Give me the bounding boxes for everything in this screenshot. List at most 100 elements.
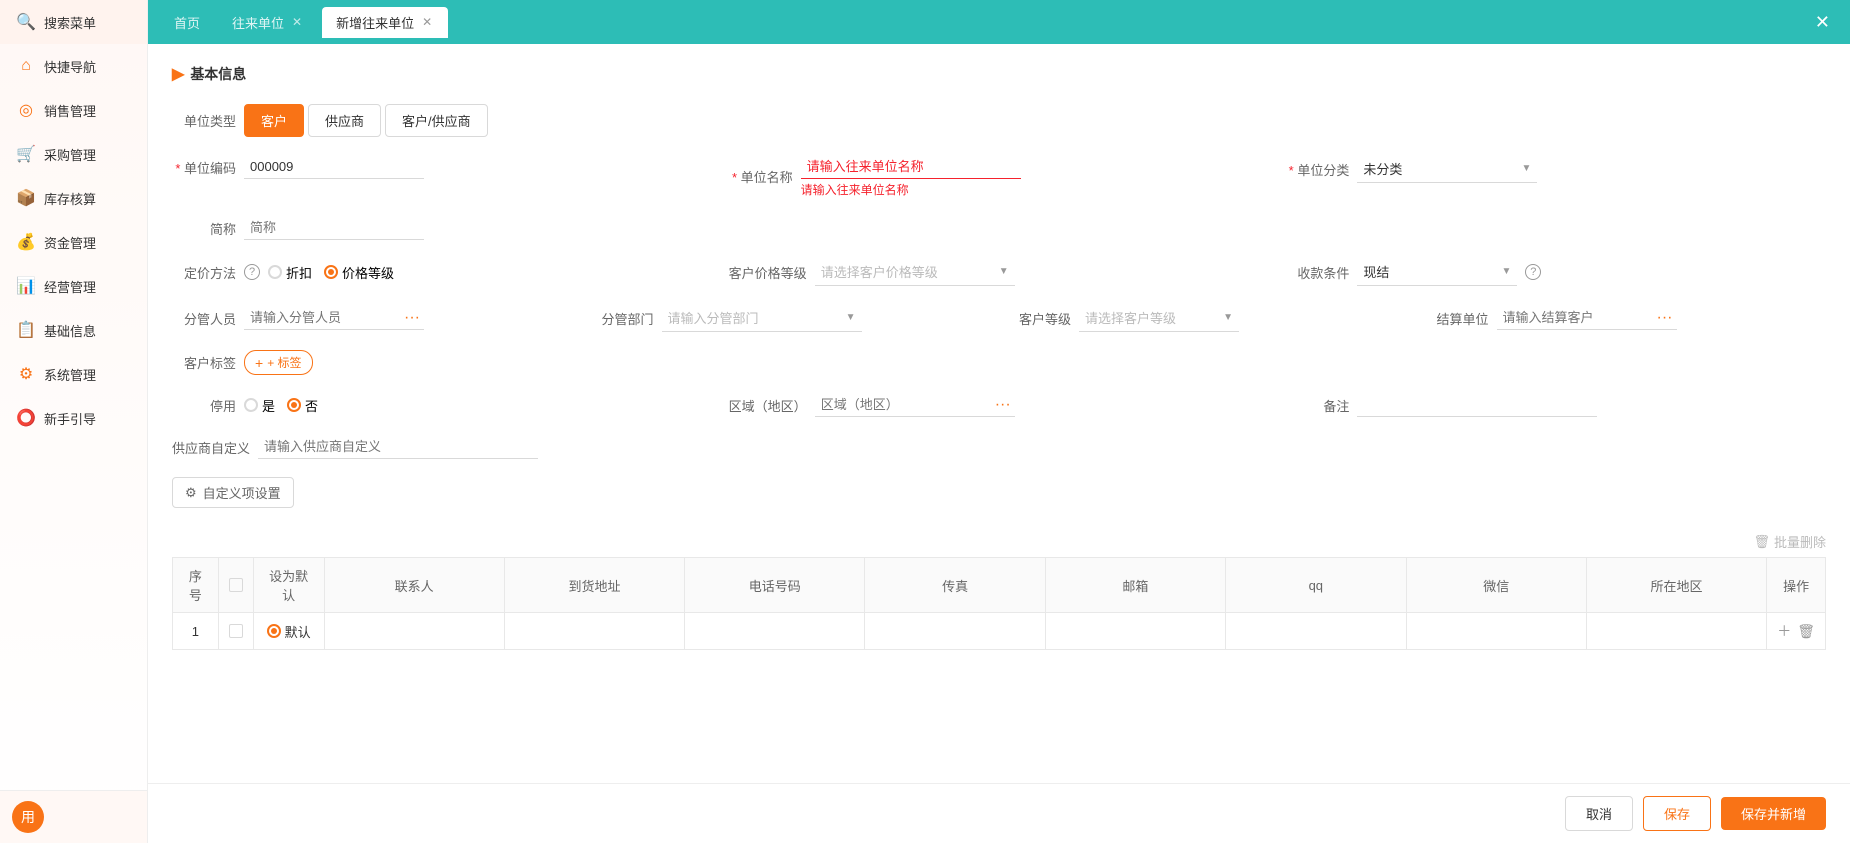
sidebar-item-sales[interactable]: ◎ 销售管理 bbox=[0, 88, 147, 132]
type-btn-customer[interactable]: 客户 bbox=[244, 104, 304, 137]
tab-new-partner-close[interactable]: ✕ bbox=[420, 15, 434, 29]
col-default: 设为默认 bbox=[253, 558, 324, 613]
customer-price-select[interactable]: 请选择客户价格等级 ▼ bbox=[815, 258, 1015, 286]
abbr-group: 简称 bbox=[172, 216, 1826, 240]
dept-select[interactable]: 请输入分管部门 ▼ bbox=[662, 304, 862, 332]
row-fax[interactable] bbox=[865, 613, 1045, 650]
col-action: 操作 bbox=[1767, 558, 1826, 613]
contacts-table-section: 🗑 批量删除 序号 设为默认 联系人 到货地址 电话号码 传真 邮箱 qq bbox=[172, 532, 1826, 650]
tab-home[interactable]: 首页 bbox=[160, 7, 214, 38]
pricing-discount[interactable]: 折扣 bbox=[268, 263, 312, 282]
row-checkbox[interactable] bbox=[229, 624, 243, 638]
window-close-button[interactable]: ✕ bbox=[1807, 12, 1838, 33]
add-tag-button[interactable]: + + 标签 bbox=[244, 350, 313, 375]
unit-name-error: 请输入往来单位名称 bbox=[801, 181, 1021, 198]
sidebar-item-operation[interactable]: 📊 经营管理 bbox=[0, 264, 147, 308]
region-label: 区域（地区） bbox=[729, 396, 807, 415]
cancel-button[interactable]: 取消 bbox=[1565, 796, 1633, 831]
type-btn-both[interactable]: 客户/供应商 bbox=[385, 104, 488, 137]
supplier-custom-input[interactable] bbox=[258, 435, 538, 459]
tag-row: 客户标签 + + 标签 bbox=[172, 350, 1826, 375]
unit-type-label: 单位类型 bbox=[172, 111, 236, 130]
disable-label: 停用 bbox=[172, 396, 236, 415]
save-button[interactable]: 保存 bbox=[1643, 796, 1711, 831]
pricing-price-level[interactable]: 价格等级 bbox=[324, 263, 394, 282]
abbr-input[interactable] bbox=[244, 216, 424, 240]
table-header-actions: 🗑 批量删除 bbox=[172, 532, 1826, 551]
row-phone[interactable] bbox=[685, 613, 865, 650]
default-radio[interactable] bbox=[267, 624, 281, 638]
tab-partners-close[interactable]: ✕ bbox=[290, 15, 304, 29]
main-area: 首页 往来单位 ✕ 新增往来单位 ✕ ✕ ▶ 基本信息 单位类型 客户 供应商 … bbox=[148, 0, 1850, 843]
sidebar-bottom: 用 bbox=[0, 790, 147, 843]
payment-help-icon[interactable]: ? bbox=[1525, 264, 1541, 280]
sidebar-item-finance[interactable]: 💰 资金管理 bbox=[0, 220, 147, 264]
form-footer: 取消 保存 保存并新增 bbox=[148, 783, 1850, 843]
row-address[interactable] bbox=[504, 613, 684, 650]
unit-name-input[interactable] bbox=[801, 155, 1021, 179]
region-input[interactable] bbox=[815, 393, 991, 416]
row-contact[interactable] bbox=[324, 613, 504, 650]
batch-delete-button[interactable]: 🗑 批量删除 bbox=[1753, 532, 1826, 551]
gear-icon: ⚙ bbox=[185, 485, 197, 501]
delete-row-icon[interactable]: 🗑 bbox=[1797, 623, 1815, 640]
region-input-container: ··· bbox=[815, 393, 1015, 417]
sidebar-item-search[interactable]: 🔍 搜索菜单 bbox=[0, 0, 147, 44]
region-dots-icon[interactable]: ··· bbox=[991, 396, 1015, 414]
unit-code-input[interactable] bbox=[244, 155, 424, 179]
col-fax: 传真 bbox=[865, 558, 1045, 613]
row-email[interactable] bbox=[1045, 613, 1225, 650]
col-wechat: 微信 bbox=[1406, 558, 1586, 613]
col-phone: 电话号码 bbox=[685, 558, 865, 613]
custom-settings-button[interactable]: ⚙ 自定义项设置 bbox=[172, 477, 294, 508]
remark-group: 备注 bbox=[1285, 393, 1826, 417]
disable-yes[interactable]: 是 bbox=[244, 396, 275, 415]
supplier-custom-group: 供应商自定义 bbox=[172, 435, 1826, 459]
disable-no[interactable]: 否 bbox=[287, 396, 318, 415]
sidebar-item-basic[interactable]: 📋 基础信息 bbox=[0, 308, 147, 352]
sidebar-item-purchase[interactable]: 🛒 采购管理 bbox=[0, 132, 147, 176]
pricing-radio-group: 折扣 价格等级 bbox=[268, 263, 394, 282]
price-level-radio-circle bbox=[324, 265, 338, 279]
manager-dots-icon[interactable]: ··· bbox=[400, 309, 424, 327]
remark-label: 备注 bbox=[1285, 396, 1349, 415]
sidebar-item-system[interactable]: ⚙ 系统管理 bbox=[0, 352, 147, 396]
payment-select[interactable]: 现结 ▼ bbox=[1357, 258, 1517, 286]
disable-group: 停用 是 否 bbox=[172, 396, 713, 415]
tab-new-partner[interactable]: 新增往来单位 ✕ bbox=[322, 7, 448, 38]
settlement-input-container: ··· bbox=[1497, 306, 1677, 330]
unit-category-select[interactable]: 未分类 ▼ bbox=[1357, 155, 1537, 183]
row-default: 默认 bbox=[253, 613, 324, 650]
sidebar-item-newbie[interactable]: ⭕ 新手引导 bbox=[0, 396, 147, 440]
save-and-new-button[interactable]: 保存并新增 bbox=[1721, 797, 1826, 830]
unit-name-label: 单位名称 bbox=[729, 167, 793, 186]
settlement-dots-icon[interactable]: ··· bbox=[1653, 309, 1677, 327]
select-all-checkbox[interactable] bbox=[229, 578, 243, 592]
manager-row: 分管人员 ··· 分管部门 请输入分管部门 ▼ 客户等级 请选择客户等级 ▼ bbox=[172, 304, 1826, 332]
supplier-custom-label: 供应商自定义 bbox=[172, 438, 250, 457]
newbie-icon: ⭕ bbox=[16, 408, 36, 428]
table-row: 1 默认 bbox=[173, 613, 1826, 650]
unit-type-row: 单位类型 客户 供应商 客户/供应商 bbox=[172, 104, 1826, 137]
settlement-input[interactable] bbox=[1497, 306, 1653, 329]
customer-level-label: 客户等级 bbox=[1007, 309, 1071, 328]
sidebar-item-quicknav[interactable]: ⌂ 快捷导航 bbox=[0, 44, 147, 88]
sidebar-item-inventory[interactable]: 📦 库存核算 bbox=[0, 176, 147, 220]
contacts-table: 序号 设为默认 联系人 到货地址 电话号码 传真 邮箱 qq 微信 所在地区 操… bbox=[172, 557, 1826, 650]
region-group: 区域（地区） ··· bbox=[729, 393, 1270, 417]
add-row-icon[interactable]: ＋ bbox=[1777, 621, 1791, 641]
remark-input[interactable] bbox=[1357, 393, 1597, 417]
tab-partners[interactable]: 往来单位 ✕ bbox=[218, 7, 318, 38]
row-qq[interactable] bbox=[1226, 613, 1406, 650]
row-wechat[interactable] bbox=[1406, 613, 1586, 650]
row-check bbox=[218, 613, 253, 650]
pricing-help-icon[interactable]: ? bbox=[244, 264, 260, 280]
customer-level-select[interactable]: 请选择客户等级 ▼ bbox=[1079, 304, 1239, 332]
row-region[interactable] bbox=[1586, 613, 1766, 650]
dept-label: 分管部门 bbox=[590, 309, 654, 328]
operation-icon: 📊 bbox=[16, 276, 36, 296]
col-address: 到货地址 bbox=[504, 558, 684, 613]
settlement-group: 结算单位 ··· bbox=[1425, 306, 1827, 330]
type-btn-supplier[interactable]: 供应商 bbox=[308, 104, 381, 137]
manager-input[interactable] bbox=[244, 306, 400, 329]
